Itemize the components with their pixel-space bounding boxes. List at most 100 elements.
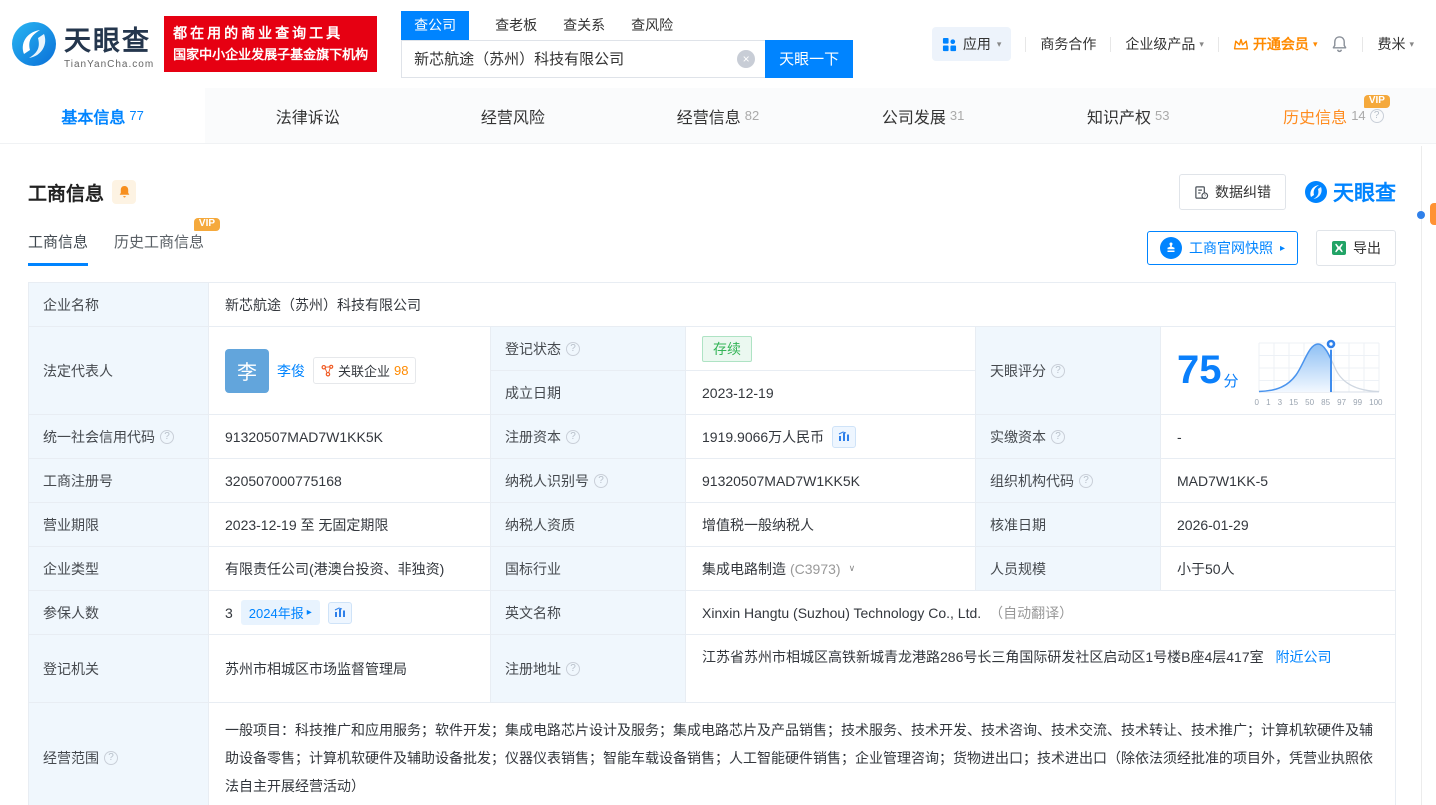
tab-legal-litigation[interactable]: 法律诉讼 xyxy=(205,88,410,143)
tab-intellectual-property[interactable]: 知识产权 53 xyxy=(1026,88,1231,143)
vip-badge: VIP xyxy=(1363,95,1390,108)
divider xyxy=(1110,36,1112,52)
nav-cooperation[interactable]: 商务合作 xyxy=(1040,34,1096,54)
related-companies-badge[interactable]: 关联企业 98 xyxy=(313,357,417,384)
notification-bell[interactable] xyxy=(1331,35,1348,53)
help-icon[interactable]: ? xyxy=(1051,429,1065,444)
export-button[interactable]: 导出 xyxy=(1316,230,1396,266)
capital-chart-button[interactable] xyxy=(832,425,857,448)
vip-badge: VIP xyxy=(193,218,221,231)
reg-status-label: 登记状态 ? xyxy=(491,327,686,370)
chevron-down-icon: ▾ xyxy=(996,38,1002,49)
english-name-text: Xinxin Hangtu (Suzhou) Technology Co., L… xyxy=(702,604,982,621)
chevron-down-icon[interactable]: ∨ xyxy=(849,563,856,574)
tab-operation-risk[interactable]: 经营风险 xyxy=(410,88,615,143)
nav-open-vip[interactable]: 开通会员 ▾ xyxy=(1233,34,1318,54)
section-actions: ? 数据纠错 天眼查 xyxy=(1179,174,1396,210)
help-icon[interactable]: ? xyxy=(1079,473,1093,488)
tab-operation-info[interactable]: 经营信息 82 xyxy=(615,88,820,143)
nav-user[interactable]: 费米 ▾ xyxy=(1377,34,1414,54)
help-icon[interactable]: ? xyxy=(566,429,580,444)
help-icon[interactable]: ? xyxy=(1369,108,1384,123)
paid-capital-value: - xyxy=(1177,428,1182,445)
help-icon[interactable]: ? xyxy=(1051,363,1065,378)
tab-label: 经营风险 xyxy=(480,109,545,127)
search-tab-boss[interactable]: 查老板 xyxy=(495,11,537,40)
english-name-value: Xinxin Hangtu (Suzhou) Technology Co., L… xyxy=(686,591,1395,634)
insured-count-value: 3 2024年报 ▸ xyxy=(209,591,491,634)
nearby-companies-link[interactable]: 附近公司 xyxy=(1276,649,1332,665)
help-icon[interactable]: ? xyxy=(566,341,580,356)
apps-menu[interactable]: 应用 ▾ xyxy=(931,27,1012,61)
label-text: 纳税人识别号 xyxy=(505,472,589,489)
data-correction-button[interactable]: ? 数据纠错 xyxy=(1179,174,1286,210)
arrow-right-icon: ▸ xyxy=(1279,242,1285,254)
tab-label: 法律诉讼 xyxy=(275,109,340,127)
bell-icon xyxy=(1333,36,1347,53)
tab-history-info[interactable]: VIP 历史信息 14 ? xyxy=(1231,88,1436,143)
tick: 1 xyxy=(1266,397,1271,407)
search-tab-relation[interactable]: 查关系 xyxy=(563,11,605,40)
status-badge: 存续 xyxy=(702,335,752,362)
english-name-label: 英文名称 xyxy=(491,591,686,634)
address-text: 江苏省苏州市相城区高铁新城青龙港路286号长三角国际研发社区启动区1号楼B座4层… xyxy=(702,649,1264,665)
search-tab-company[interactable]: 查公司 xyxy=(401,10,470,40)
reg-address-value: 江苏省苏州市相城区高铁新城青龙港路286号长三角国际研发社区启动区1号楼B座4层… xyxy=(686,635,1395,702)
brand-domain: TianYanCha.com xyxy=(64,58,155,70)
slogan-banner: 都在用的商业查询工具 国家中小企业发展子基金旗下机构 xyxy=(164,16,378,72)
label-text: 组织机构代码 xyxy=(990,472,1074,489)
label-text: 注册地址 xyxy=(505,660,561,677)
tab-label: 基本信息 xyxy=(61,109,126,127)
tianyancha-logo[interactable]: 天眼查 TianYanCha.com xyxy=(10,19,154,70)
slogan-line1: 都在用的商业查询工具 xyxy=(173,25,344,42)
bar-chart-icon xyxy=(838,431,850,441)
legal-rep-avatar[interactable]: 李 xyxy=(225,348,269,393)
subtab-history-business-info[interactable]: VIP 历史工商信息 xyxy=(114,218,221,266)
search-tab-risk[interactable]: 查风险 xyxy=(631,11,673,40)
company-section-tabs: 基本信息 77 法律诉讼 经营风险 经营信息 82 公司发展 31 知识产权 5… xyxy=(0,88,1436,144)
tianyancha-logo-icon xyxy=(12,22,56,66)
search-box: 查公司 查老板 查关系 查风险 × 天眼一下 xyxy=(401,10,854,78)
nav-enterprise[interactable]: 企业级产品 ▾ xyxy=(1125,34,1204,54)
help-icon[interactable]: ? xyxy=(566,661,580,676)
tab-company-development[interactable]: 公司发展 31 xyxy=(821,88,1026,143)
tianyancha-logo-icon xyxy=(1305,181,1327,203)
score-chart: 0 1 3 15 50 85 97 99 100 xyxy=(1255,335,1383,407)
section-title-wrap: 工商信息 xyxy=(28,179,137,206)
table-subrow: 登记状态 ? 存续 xyxy=(491,327,976,371)
tab-label: 知识产权 xyxy=(1087,109,1152,127)
subtab-business-info[interactable]: 工商信息 xyxy=(28,231,89,266)
help-icon[interactable]: ? xyxy=(104,751,118,765)
official-snapshot-button[interactable]: 工商官网快照 ▸ xyxy=(1146,231,1298,265)
insured-count-label: 参保人数 xyxy=(29,591,209,634)
business-scope-label: 经营范围 ? xyxy=(29,703,209,805)
business-scope-value: 一般项目：科技推广和应用服务；软件开发；集成电路芯片设计及服务；集成电路芯片及产… xyxy=(225,722,1373,794)
monitor-bell-badge[interactable] xyxy=(112,180,137,204)
search-input[interactable] xyxy=(401,39,766,78)
nav-vip-label: 开通会员 xyxy=(1252,36,1309,52)
floating-widget-handle[interactable] xyxy=(1430,203,1436,225)
related-companies-label: 关联企业 xyxy=(338,364,391,379)
company-name-value: 新芯航途（苏州）科技有限公司 xyxy=(225,296,421,313)
approval-date-value: 2026-01-29 xyxy=(1177,516,1249,533)
annual-report-pill[interactable]: 2024年报 ▸ xyxy=(240,600,320,625)
table-row: 工商注册号 320507000775168 纳税人识别号 ? 91320507M… xyxy=(29,459,1395,503)
search-button[interactable]: 天眼一下 xyxy=(765,39,854,78)
legal-rep-name-link[interactable]: 李俊 xyxy=(277,361,305,381)
chevron-down-icon: ▾ xyxy=(1312,38,1318,49)
tab-basic-info[interactable]: 基本信息 77 xyxy=(0,88,206,143)
tianyancha-company-page: 天眼查 TianYanCha.com 都在用的商业查询工具 国家中小企业发展子基… xyxy=(0,0,1436,805)
arrow-right-icon: ▸ xyxy=(306,607,312,618)
clear-search-icon[interactable]: × xyxy=(737,49,756,68)
help-icon[interactable]: ? xyxy=(160,429,174,444)
establish-date-value: 2023-12-19 xyxy=(686,371,976,414)
network-icon xyxy=(321,364,334,377)
subtab-label: 历史工商信息 xyxy=(114,234,205,251)
org-code-value: MAD7W1KK-5 xyxy=(1177,472,1269,489)
staff-size-label: 人员规模 xyxy=(976,547,1161,590)
watermark-brand: 天眼查 xyxy=(1333,182,1396,205)
top-header: 天眼查 TianYanCha.com 都在用的商业查询工具 国家中小企业发展子基… xyxy=(0,0,1436,88)
help-icon[interactable]: ? xyxy=(594,473,608,488)
table-subrow: 成立日期 2023-12-19 xyxy=(491,371,976,414)
insured-chart-button[interactable] xyxy=(327,601,352,624)
